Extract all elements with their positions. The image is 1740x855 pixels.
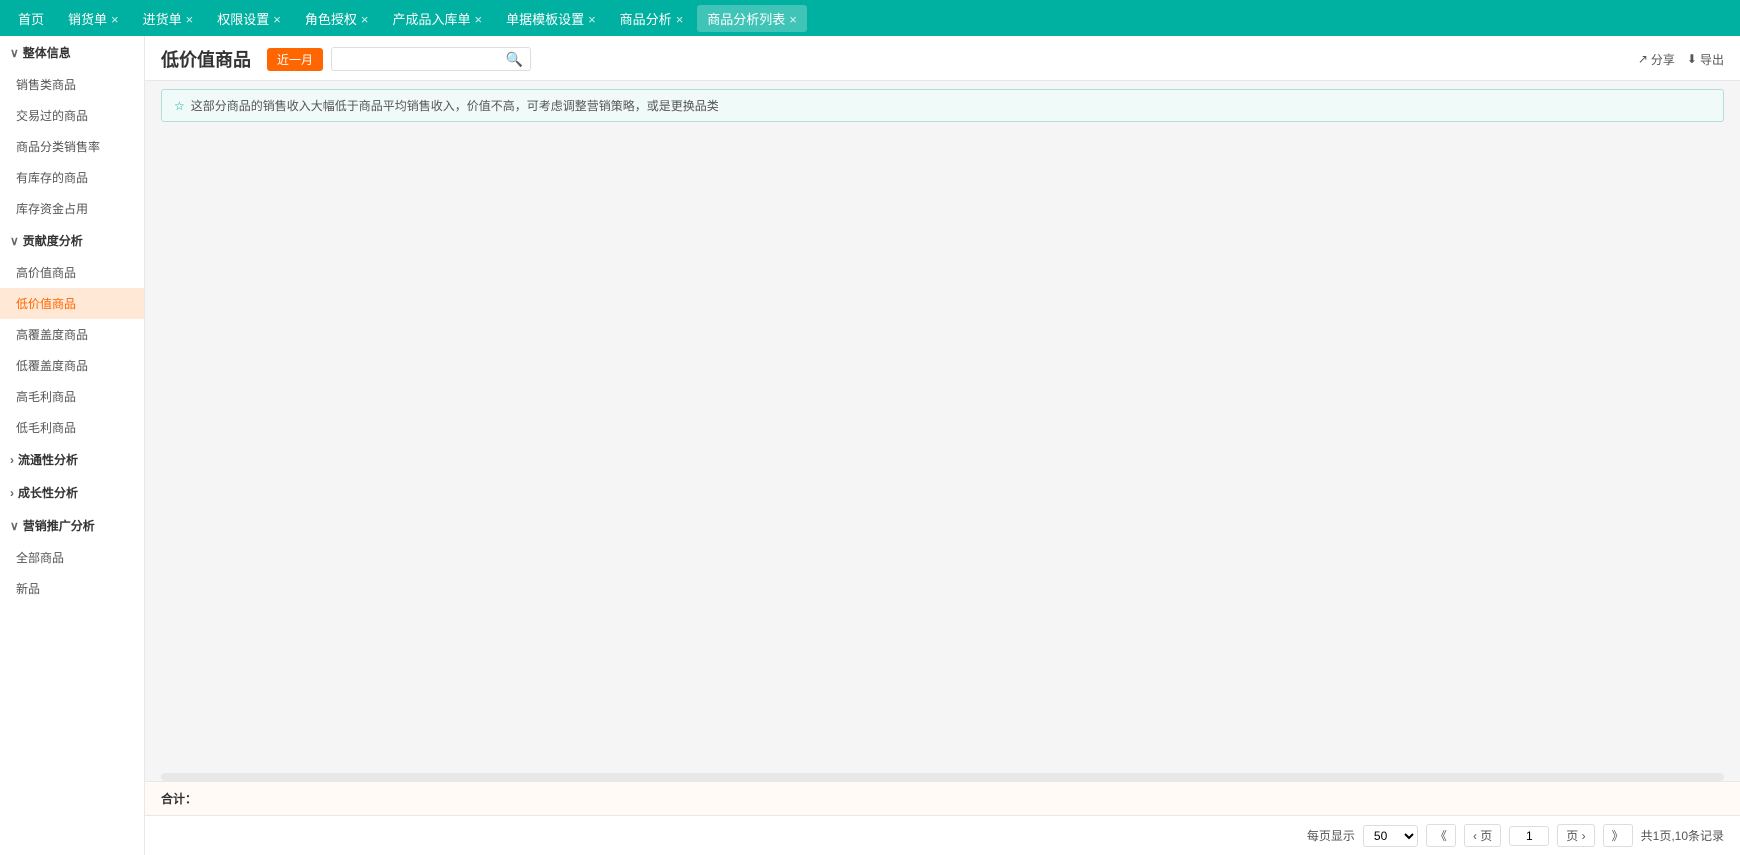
last-page-btn[interactable]: 》 (1603, 824, 1633, 847)
share-btn[interactable]: ↗ 分享 (1638, 51, 1675, 68)
sidebar-section-3[interactable]: ›成长性分析 (0, 476, 144, 509)
sidebar-arrow-0: ∨ (10, 46, 19, 60)
sidebar-item-1-2[interactable]: 高覆盖度商品 (0, 319, 144, 350)
sidebar: ∨整体信息销售类商品交易过的商品商品分类销售率有库存的商品库存资金占用∨贡献度分… (0, 36, 145, 855)
filter-btn[interactable]: 近一月 (267, 48, 323, 71)
page-size-select[interactable]: 50 100 (1363, 825, 1418, 847)
nav-item-8[interactable]: 商品分析列表× (697, 5, 807, 32)
sidebar-arrow-2: › (10, 453, 14, 467)
next-page-btn[interactable]: 页 › (1557, 824, 1594, 847)
search-wrap: 🔍 (331, 47, 531, 71)
nav-close-4[interactable]: × (361, 12, 369, 27)
pagination-bar: 每页显示 50 100 《 ‹ 页 页 › 》 共1页,10条记录 (145, 815, 1740, 855)
nav-item-5[interactable]: 产成品入库单× (382, 5, 492, 32)
nav-item-6[interactable]: 单据模板设置× (496, 5, 606, 32)
export-btn[interactable]: ⬇ 导出 (1687, 51, 1724, 68)
sidebar-item-0-1[interactable]: 交易过的商品 (0, 100, 144, 131)
nav-close-8[interactable]: × (789, 12, 797, 27)
nav-close-2[interactable]: × (186, 12, 194, 27)
top-nav: 首页销货单×进货单×权限设置×角色授权×产成品入库单×单据模板设置×商品分析×商… (0, 0, 1740, 36)
search-icon: 🔍 (506, 51, 523, 68)
nav-item-2[interactable]: 进货单× (133, 5, 204, 32)
sidebar-item-4-0[interactable]: 全部商品 (0, 542, 144, 573)
export-icon: ⬇ (1687, 52, 1697, 66)
nav-close-1[interactable]: × (111, 12, 119, 27)
search-input[interactable] (331, 47, 531, 71)
sidebar-item-0-2[interactable]: 商品分类销售率 (0, 131, 144, 162)
info-text: 这部分商品的销售收入大幅低于商品平均销售收入，价值不高，可考虑调整营销策略，或是… (191, 97, 719, 114)
nav-item-3[interactable]: 权限设置× (207, 5, 291, 32)
page-title: 低价值商品 (161, 46, 251, 72)
sidebar-item-0-0[interactable]: 销售类商品 (0, 69, 144, 100)
sidebar-item-0-3[interactable]: 有库存的商品 (0, 162, 144, 193)
nav-close-3[interactable]: × (273, 12, 281, 27)
header-right: ↗ 分享 ⬇ 导出 (1638, 51, 1724, 68)
sidebar-arrow-1: ∨ (10, 234, 19, 248)
info-icon: ☆ (174, 99, 185, 113)
sidebar-item-1-0[interactable]: 高价值商品 (0, 257, 144, 288)
sidebar-section-1[interactable]: ∨贡献度分析 (0, 224, 144, 257)
sidebar-item-1-3[interactable]: 低覆盖度商品 (0, 350, 144, 381)
main-layout: ∨整体信息销售类商品交易过的商品商品分类销售率有库存的商品库存资金占用∨贡献度分… (0, 36, 1740, 855)
sidebar-item-1-4[interactable]: 高毛利商品 (0, 381, 144, 412)
total-info: 共1页,10条记录 (1641, 827, 1724, 844)
sidebar-section-0[interactable]: ∨整体信息 (0, 36, 144, 69)
sidebar-item-4-1[interactable]: 新品 (0, 573, 144, 604)
page-number-input[interactable] (1509, 826, 1549, 846)
table-wrap[interactable] (145, 126, 1740, 773)
nav-close-7[interactable]: × (676, 12, 684, 27)
page-size-label: 每页显示 (1307, 827, 1355, 844)
nav-close-5[interactable]: × (474, 12, 482, 27)
sidebar-item-1-5[interactable]: 低毛利商品 (0, 412, 144, 443)
prev-page-btn[interactable]: ‹ 页 (1464, 824, 1501, 847)
sidebar-item-0-4[interactable]: 库存资金占用 (0, 193, 144, 224)
nav-item-7[interactable]: 商品分析× (610, 5, 694, 32)
info-bar: ☆ 这部分商品的销售收入大幅低于商品平均销售收入，价值不高，可考虑调整营销策略，… (161, 89, 1724, 122)
total-label: 合计： (161, 790, 221, 807)
scroll-bar[interactable] (161, 773, 1724, 781)
nav-close-6[interactable]: × (588, 12, 596, 27)
sidebar-item-1-1[interactable]: 低价值商品 (0, 288, 144, 319)
nav-item-4[interactable]: 角色授权× (295, 5, 379, 32)
content-header: 低价值商品 近一月 🔍 ↗ 分享 ⬇ 导出 (145, 36, 1740, 81)
footer-total: 合计： (145, 781, 1740, 815)
first-page-btn[interactable]: 《 (1426, 824, 1456, 847)
share-icon: ↗ (1638, 52, 1648, 66)
sidebar-arrow-4: ∨ (10, 519, 19, 533)
nav-item-0[interactable]: 首页 (8, 5, 54, 32)
content-area: 低价值商品 近一月 🔍 ↗ 分享 ⬇ 导出 ☆ 这部分商品的销售收入大幅低于商品… (145, 36, 1740, 855)
nav-item-1[interactable]: 销货单× (58, 5, 129, 32)
sidebar-section-4[interactable]: ∨营销推广分析 (0, 509, 144, 542)
sidebar-section-2[interactable]: ›流通性分析 (0, 443, 144, 476)
sidebar-arrow-3: › (10, 486, 14, 500)
